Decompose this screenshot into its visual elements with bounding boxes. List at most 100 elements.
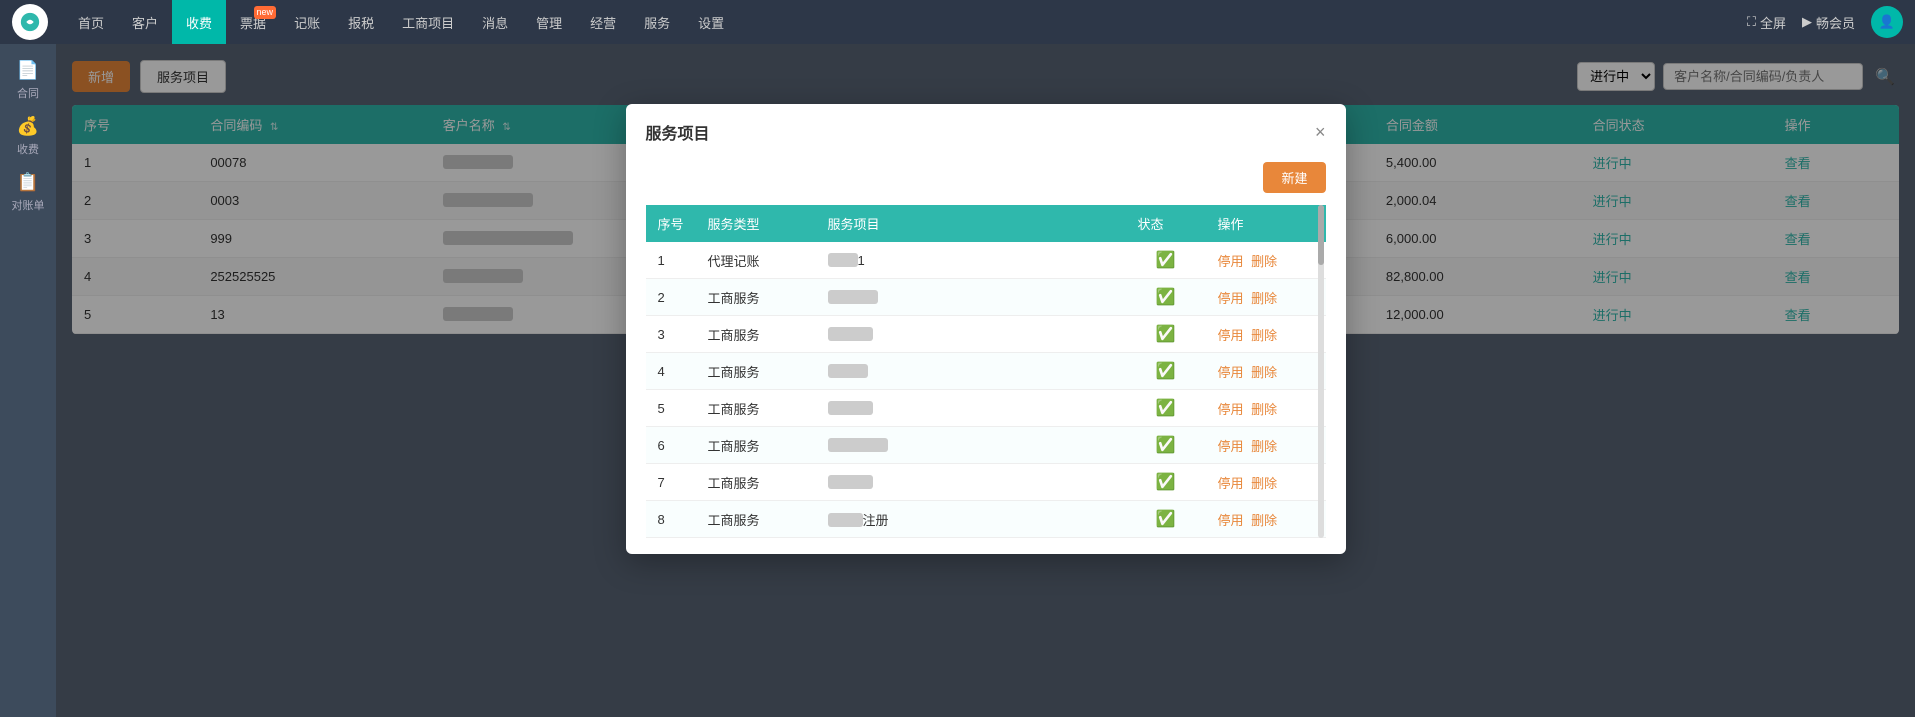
delete-button[interactable]: 删除 (1247, 399, 1281, 418)
sidebar-item-fee[interactable]: 💰 收费 (4, 110, 52, 162)
modal-cell-ops: 停用 删除 (1206, 390, 1326, 427)
delete-button[interactable]: 删除 (1247, 251, 1281, 270)
modal-cell-ops: 停用 删除 (1206, 501, 1326, 538)
main-content: 新增 服务项目 进行中 已完成 全部 🔍 序号 合同编码 ⇅ 客户名称 ⇅ 服务… (56, 44, 1915, 717)
modal-cell-ops: 停用 删除 (1206, 427, 1326, 464)
statement-icon: 📋 (17, 172, 39, 193)
modal-header: 服务项目 × (626, 104, 1346, 154)
status-check-icon: ✅ (1156, 400, 1176, 417)
scrollbar-track[interactable] (1318, 205, 1324, 538)
modal-col-type: 服务类型 (696, 205, 816, 242)
nav-item-biz[interactable]: 工商项目 (388, 0, 468, 44)
stop-button[interactable]: 停用 (1218, 325, 1244, 344)
modal-table: 序号 服务类型 服务项目 状态 操作 1 代理记账 1 ✅ 停用 (646, 205, 1326, 538)
modal-table-row: 3 工商服务 ✅ 停用 删除 (646, 316, 1326, 353)
modal-new-button[interactable]: 新建 (1263, 162, 1325, 193)
modal-cell-status: ✅ (1126, 427, 1206, 464)
modal-cell-type: 工商服务 (696, 316, 816, 353)
modal-cell-seq: 2 (646, 279, 696, 316)
modal-table-row: 4 工商服务 ✅ 停用 删除 (646, 353, 1326, 390)
modal-cell-ops: 停用 删除 (1206, 279, 1326, 316)
modal-table-header: 序号 服务类型 服务项目 状态 操作 (646, 205, 1326, 242)
stop-button[interactable]: 停用 (1218, 399, 1244, 418)
status-check-icon: ✅ (1156, 511, 1176, 528)
nav-item-settings[interactable]: 设置 (684, 0, 738, 44)
service-modal: 服务项目 × 新建 序号 服务类型 服务项目 (626, 104, 1346, 554)
status-check-icon: ✅ (1156, 437, 1176, 454)
video-icon: ▶ (1802, 14, 1812, 30)
nav-item-ledger[interactable]: 记账 (280, 0, 334, 44)
modal-cell-type: 工商服务 (696, 501, 816, 538)
modal-cell-seq: 8 (646, 501, 696, 538)
delete-button[interactable]: 删除 (1247, 288, 1281, 307)
nav-item-ops[interactable]: 经营 (576, 0, 630, 44)
modal-col-item: 服务项目 (816, 205, 1126, 242)
nav-item-service[interactable]: 服务 (630, 0, 684, 44)
modal-col-status: 状态 (1126, 205, 1206, 242)
sidebar-item-contract[interactable]: 📄 合同 (4, 54, 52, 106)
stop-button[interactable]: 停用 (1218, 510, 1244, 529)
status-check-icon: ✅ (1156, 252, 1176, 269)
contract-icon: 📄 (17, 60, 39, 81)
modal-cell-status: ✅ (1126, 353, 1206, 390)
status-check-icon: ✅ (1156, 363, 1176, 380)
avatar[interactable]: 👤 (1871, 6, 1903, 38)
status-check-icon: ✅ (1156, 326, 1176, 343)
modal-cell-item (816, 390, 1126, 427)
stop-button[interactable]: 停用 (1218, 362, 1244, 381)
modal-cell-status: ✅ (1126, 242, 1206, 279)
stop-button[interactable]: 停用 (1218, 436, 1244, 455)
status-check-icon: ✅ (1156, 289, 1176, 306)
modal-close-button[interactable]: × (1315, 123, 1326, 141)
stop-button[interactable]: 停用 (1218, 288, 1244, 307)
modal-table-row: 2 工商服务 ✅ 停用 删除 (646, 279, 1326, 316)
status-check-icon: ✅ (1156, 474, 1176, 491)
modal-table-row: 1 代理记账 1 ✅ 停用 删除 (646, 242, 1326, 279)
modal-cell-seq: 4 (646, 353, 696, 390)
modal-cell-status: ✅ (1126, 464, 1206, 501)
modal-title: 服务项目 (646, 120, 710, 144)
sidebar-item-statement[interactable]: 📋 对账单 (4, 166, 52, 218)
top-nav-right: ⛶ 全屏 ▶ 畅会员 👤 (1747, 6, 1903, 38)
member-button[interactable]: ▶ 畅会员 (1802, 13, 1855, 32)
scrollbar-thumb[interactable] (1318, 205, 1324, 265)
modal-cell-seq: 5 (646, 390, 696, 427)
delete-button[interactable]: 删除 (1247, 510, 1281, 529)
nav-item-home[interactable]: 首页 (64, 0, 118, 44)
delete-button[interactable]: 删除 (1247, 325, 1281, 344)
sidebar: 📄 合同 💰 收费 📋 对账单 (0, 44, 56, 717)
modal-cell-type: 工商服务 (696, 464, 816, 501)
nav-item-msg[interactable]: 消息 (468, 0, 522, 44)
modal-table-row: 6 工商服务 ✅ 停用 删除 (646, 427, 1326, 464)
stop-button[interactable]: 停用 (1218, 251, 1244, 270)
modal-cell-ops: 停用 删除 (1206, 242, 1326, 279)
modal-cell-status: ✅ (1126, 279, 1206, 316)
user-icon: 👤 (1879, 14, 1895, 30)
modal-cell-item (816, 316, 1126, 353)
fullscreen-icon: ⛶ (1747, 14, 1756, 30)
modal-cell-type: 工商服务 (696, 427, 816, 464)
delete-button[interactable]: 删除 (1247, 473, 1281, 492)
nav-item-fee[interactable]: 收费 (172, 0, 226, 44)
modal-toolbar: 新建 (626, 154, 1346, 205)
nav-item-tax[interactable]: 报税 (334, 0, 388, 44)
modal-overlay[interactable]: 服务项目 × 新建 序号 服务类型 服务项目 (56, 44, 1915, 717)
modal-cell-type: 工商服务 (696, 390, 816, 427)
modal-table-row: 7 工商服务 ✅ 停用 删除 (646, 464, 1326, 501)
delete-button[interactable]: 删除 (1247, 436, 1281, 455)
delete-button[interactable]: 删除 (1247, 362, 1281, 381)
nav-item-customer[interactable]: 客户 (118, 0, 172, 44)
modal-cell-status: ✅ (1126, 501, 1206, 538)
modal-cell-item: 注册 (816, 501, 1126, 538)
logo-icon (12, 4, 48, 40)
nav-item-invoice[interactable]: 票据 new (226, 0, 280, 44)
modal-table-row: 8 工商服务 注册 ✅ 停用 删除 (646, 501, 1326, 538)
fullscreen-button[interactable]: ⛶ 全屏 (1747, 13, 1786, 32)
stop-button[interactable]: 停用 (1218, 473, 1244, 492)
modal-cell-status: ✅ (1126, 390, 1206, 427)
nav-item-manage[interactable]: 管理 (522, 0, 576, 44)
modal-table-body: 1 代理记账 1 ✅ 停用 删除 2 工商服务 ✅ 停用 删除 3 工商服务 ✅… (646, 242, 1326, 538)
modal-cell-status: ✅ (1126, 316, 1206, 353)
modal-cell-seq: 6 (646, 427, 696, 464)
modal-cell-seq: 1 (646, 242, 696, 279)
